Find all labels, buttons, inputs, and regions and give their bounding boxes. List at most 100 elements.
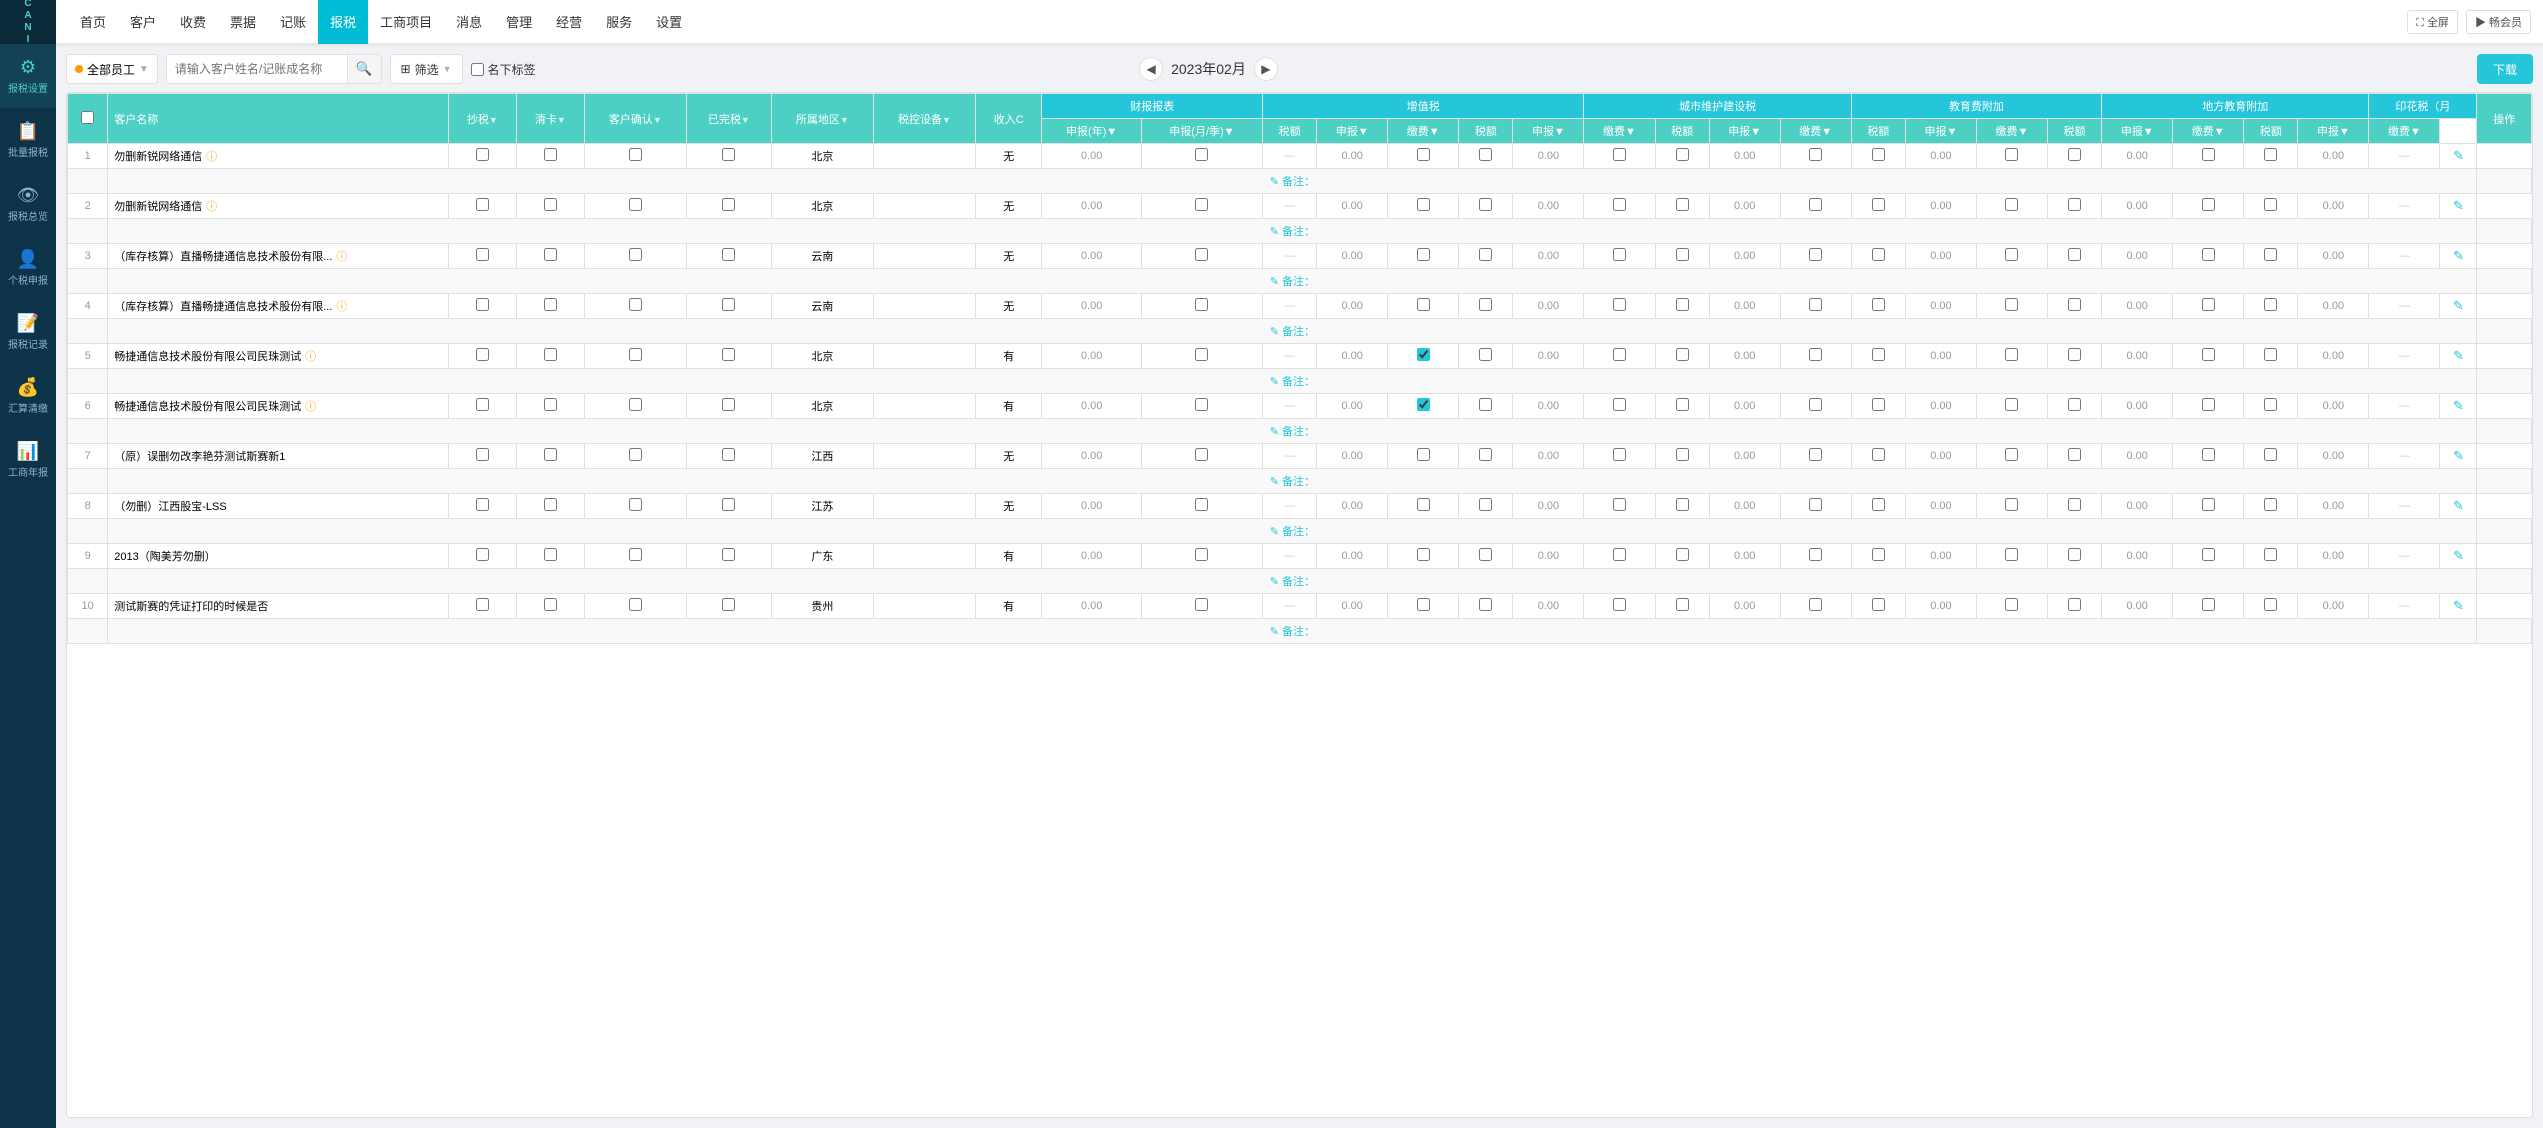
edit-icon[interactable]: ✎ xyxy=(2453,198,2464,213)
row-checkbox[interactable] xyxy=(476,548,489,561)
tax-checkbox[interactable] xyxy=(2005,448,2018,461)
member-btn[interactable]: ▶ 畅会员 xyxy=(2466,10,2531,34)
tax-checkbox[interactable] xyxy=(2005,248,2018,261)
tax-checkbox[interactable] xyxy=(1872,198,1885,211)
zz-checkbox[interactable] xyxy=(1417,398,1430,411)
tax-checkbox[interactable] xyxy=(1872,598,1885,611)
row-checkbox[interactable] xyxy=(722,498,735,511)
tax-checkbox[interactable] xyxy=(1417,598,1430,611)
tax-checkbox[interactable] xyxy=(1676,248,1689,261)
tax-checkbox[interactable] xyxy=(1417,448,1430,461)
tax-checkbox[interactable] xyxy=(1872,248,1885,261)
row-checkbox[interactable] xyxy=(476,598,489,611)
tax-checkbox[interactable] xyxy=(1872,498,1885,511)
tax-checkbox[interactable] xyxy=(1872,148,1885,161)
row-checkbox[interactable] xyxy=(476,448,489,461)
tax-checkbox[interactable] xyxy=(1479,598,1492,611)
tax-checkbox[interactable] xyxy=(2005,548,2018,561)
tax-checkbox[interactable] xyxy=(1195,598,1208,611)
tax-checkbox[interactable] xyxy=(1613,248,1626,261)
row-checkbox[interactable] xyxy=(629,598,642,611)
tax-checkbox[interactable] xyxy=(2068,548,2081,561)
tax-checkbox[interactable] xyxy=(2202,398,2215,411)
sidebar-item-baoshui-shezhi[interactable]: ⚙ 报税设置 xyxy=(0,44,56,108)
tax-checkbox[interactable] xyxy=(1676,548,1689,561)
row-checkbox[interactable] xyxy=(544,548,557,561)
date-prev-btn[interactable]: ◀ xyxy=(1139,57,1163,81)
tax-checkbox[interactable] xyxy=(2202,148,2215,161)
row-checkbox[interactable] xyxy=(476,298,489,311)
tax-checkbox[interactable] xyxy=(1676,598,1689,611)
tax-checkbox[interactable] xyxy=(1479,198,1492,211)
row-checkbox[interactable] xyxy=(629,348,642,361)
row-checkbox[interactable] xyxy=(629,298,642,311)
tax-checkbox[interactable] xyxy=(2005,298,2018,311)
row-checkbox[interactable] xyxy=(544,398,557,411)
row-checkbox[interactable] xyxy=(722,198,735,211)
row-checkbox[interactable] xyxy=(722,248,735,261)
warning-icon[interactable]: ⓘ xyxy=(206,201,217,213)
tax-checkbox[interactable] xyxy=(2202,348,2215,361)
row-checkbox[interactable] xyxy=(544,598,557,611)
zz-checkbox[interactable] xyxy=(1417,348,1430,361)
tax-checkbox[interactable] xyxy=(2264,498,2277,511)
nav-tax[interactable]: 报税 xyxy=(318,0,368,44)
fullscreen-btn[interactable]: ⛶ 全屏 xyxy=(2407,10,2458,34)
tax-checkbox[interactable] xyxy=(1613,398,1626,411)
tax-checkbox[interactable] xyxy=(1479,348,1492,361)
edit-icon[interactable]: ✎ xyxy=(2453,348,2464,363)
tax-checkbox[interactable] xyxy=(2005,198,2018,211)
tax-checkbox[interactable] xyxy=(2202,298,2215,311)
row-checkbox[interactable] xyxy=(476,398,489,411)
row-checkbox[interactable] xyxy=(629,548,642,561)
nav-service[interactable]: 服务 xyxy=(594,0,644,44)
tax-checkbox[interactable] xyxy=(1479,398,1492,411)
tax-checkbox[interactable] xyxy=(1479,498,1492,511)
tax-checkbox[interactable] xyxy=(1613,598,1626,611)
tax-checkbox[interactable] xyxy=(1809,298,1822,311)
nav-settings[interactable]: 设置 xyxy=(644,0,694,44)
tax-checkbox[interactable] xyxy=(2264,598,2277,611)
edit-icon[interactable]: ✎ xyxy=(2453,248,2464,263)
row-checkbox[interactable] xyxy=(476,248,489,261)
nav-manage[interactable]: 管理 xyxy=(494,0,544,44)
download-button[interactable]: 下载 xyxy=(2477,54,2533,84)
row-checkbox[interactable] xyxy=(629,398,642,411)
warning-icon[interactable]: ⓘ xyxy=(305,351,316,363)
edit-icon[interactable]: ✎ xyxy=(2453,398,2464,413)
row-checkbox[interactable] xyxy=(722,448,735,461)
row-checkbox[interactable] xyxy=(476,148,489,161)
tax-checkbox[interactable] xyxy=(2202,498,2215,511)
tax-checkbox[interactable] xyxy=(1195,548,1208,561)
tax-checkbox[interactable] xyxy=(1613,148,1626,161)
nav-bookkeeping[interactable]: 记账 xyxy=(268,0,318,44)
filter-button[interactable]: ⊞ 筛选 ▼ xyxy=(390,54,463,84)
nav-invoice[interactable]: 票据 xyxy=(218,0,268,44)
row-checkbox[interactable] xyxy=(544,298,557,311)
tax-checkbox[interactable] xyxy=(1872,548,1885,561)
edit-icon[interactable]: ✎ xyxy=(2453,448,2464,463)
tax-checkbox[interactable] xyxy=(2068,348,2081,361)
search-input[interactable] xyxy=(167,55,347,83)
row-checkbox[interactable] xyxy=(544,248,557,261)
row-checkbox[interactable] xyxy=(629,198,642,211)
nav-message[interactable]: 消息 xyxy=(444,0,494,44)
date-next-btn[interactable]: ▶ xyxy=(1254,57,1278,81)
tax-checkbox[interactable] xyxy=(1676,398,1689,411)
sidebar-item-piliang-baoshui[interactable]: 📋 批量报税 xyxy=(0,108,56,172)
tax-checkbox[interactable] xyxy=(1195,198,1208,211)
tax-checkbox[interactable] xyxy=(1417,198,1430,211)
tax-checkbox[interactable] xyxy=(1417,148,1430,161)
nav-business[interactable]: 工商项目 xyxy=(368,0,444,44)
row-checkbox[interactable] xyxy=(722,148,735,161)
row-checkbox[interactable] xyxy=(476,348,489,361)
tax-checkbox[interactable] xyxy=(2264,348,2277,361)
sidebar-item-baoshui-zonglan[interactable]: 👁 报税总览 xyxy=(0,172,56,236)
tax-checkbox[interactable] xyxy=(1195,448,1208,461)
tax-checkbox[interactable] xyxy=(1872,348,1885,361)
row-checkbox[interactable] xyxy=(544,348,557,361)
nav-operation[interactable]: 经营 xyxy=(544,0,594,44)
tax-checkbox[interactable] xyxy=(1195,398,1208,411)
employee-filter-select[interactable]: 全部员工 ▼ xyxy=(66,54,158,84)
row-checkbox[interactable] xyxy=(722,548,735,561)
